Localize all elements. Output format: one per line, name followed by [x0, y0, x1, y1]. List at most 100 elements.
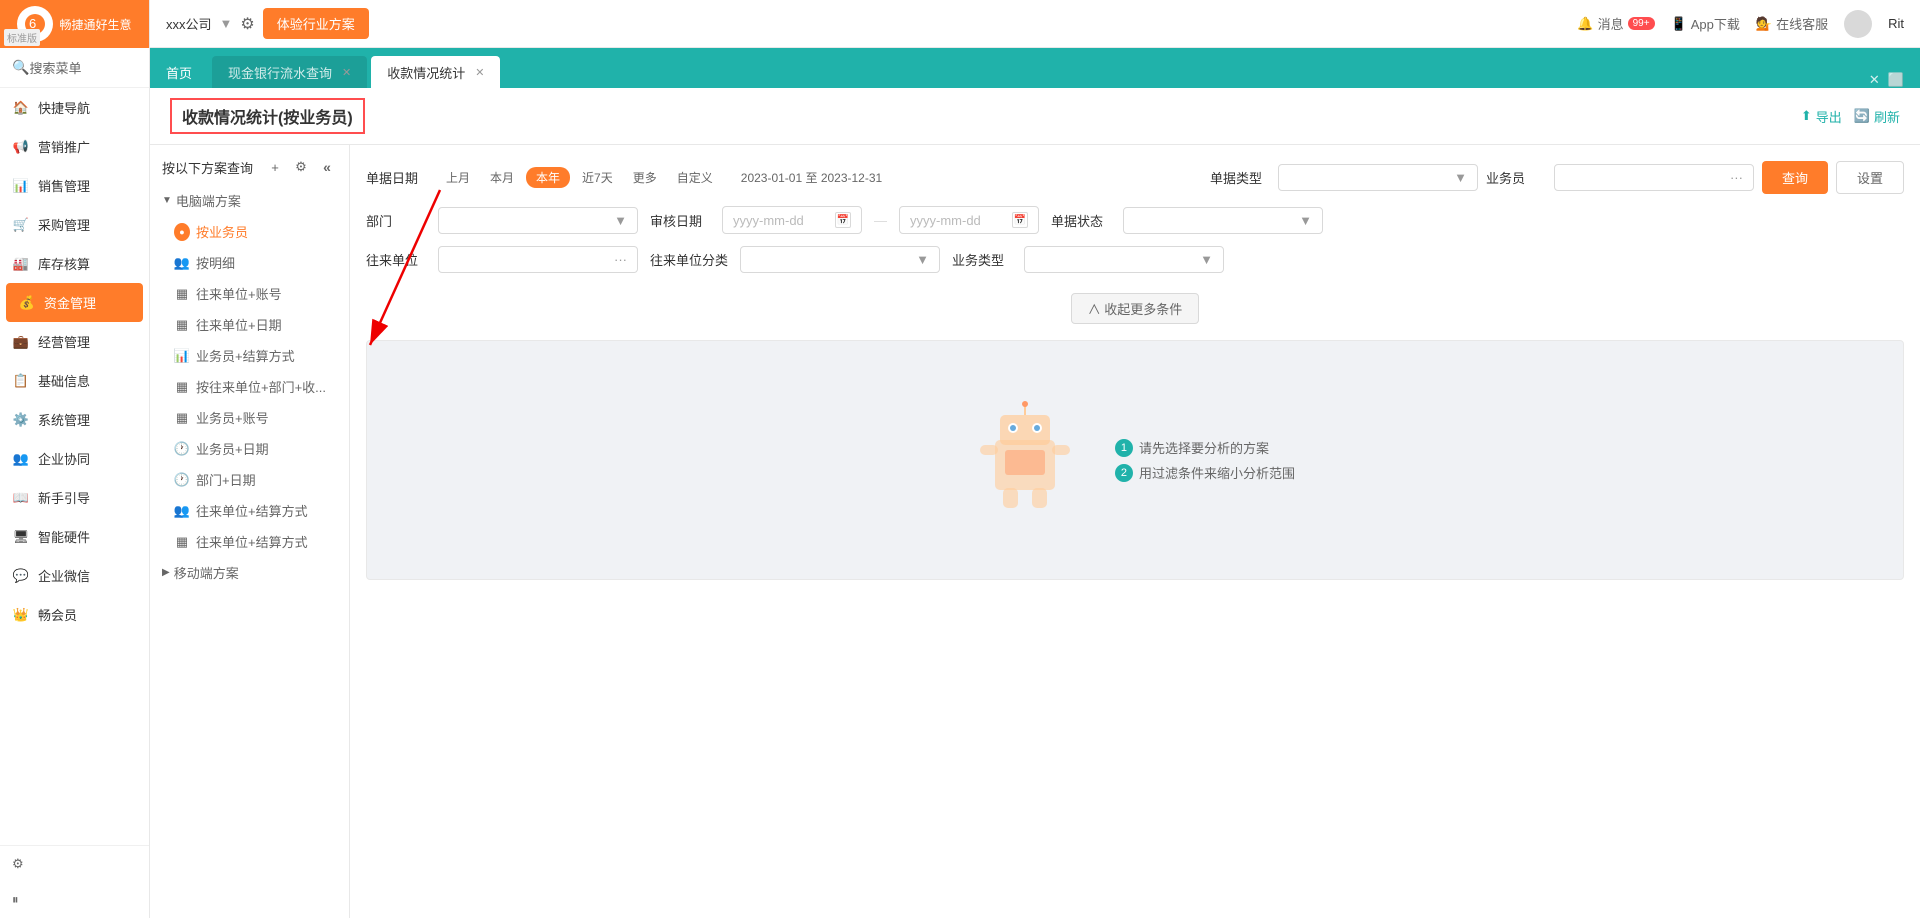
audit-date-start-input[interactable]: yyyy-mm-dd 📅: [722, 206, 862, 234]
left-panel: 按以下方案查询 + ⚙ « ▼ 电脑端方案: [150, 145, 350, 918]
step-2-text: 用过滤条件来缩小分析范围: [1139, 463, 1295, 482]
sidebar-item-finance[interactable]: 💰 资金管理: [6, 283, 143, 322]
grid-icon: ▦: [174, 534, 190, 550]
calendar-icon[interactable]: 📅: [1012, 212, 1028, 228]
audit-date-end-input[interactable]: yyyy-mm-dd 📅: [899, 206, 1039, 234]
tab-home[interactable]: 首页: [150, 56, 208, 88]
dept-select[interactable]: ▼: [438, 207, 638, 234]
date-range-display: 2023-01-01 至 2023-12-31: [741, 169, 882, 186]
export-button[interactable]: ⬆ 导出: [1801, 107, 1842, 126]
sidebar-item-guide[interactable]: 📖 新手引导: [0, 478, 149, 517]
sidebar-item-operation[interactable]: 💼 经营管理: [0, 322, 149, 361]
collapse-panel-button[interactable]: «: [317, 157, 337, 177]
sidebar-item-wxwork[interactable]: 💬 企业微信: [0, 556, 149, 595]
business-type-select[interactable]: ▼: [1024, 246, 1224, 273]
scheme-dept-date[interactable]: 🕐 部门+日期: [150, 464, 349, 495]
salesperson-select[interactable]: ···: [1554, 164, 1754, 191]
sidebar-item-purchase[interactable]: 🛒 采购管理: [0, 205, 149, 244]
scheme-partner-settlement1[interactable]: 👥 往来单位+结算方式: [150, 495, 349, 526]
main-area: 按以下方案查询 + ⚙ « ▼ 电脑端方案: [150, 145, 1920, 918]
scheme-by-salesperson[interactable]: ● 按业务员: [150, 216, 349, 247]
date-tab-this-year[interactable]: 本年: [526, 167, 570, 188]
empty-step-2: 2 用过滤条件来缩小分析范围: [1115, 463, 1295, 482]
restore-window-icon[interactable]: ⬜: [1888, 72, 1904, 88]
scheme-partner-dept-collection[interactable]: ▦ 按往来单位+部门+收...: [150, 371, 349, 402]
scheme-partner-settlement2[interactable]: ▦ 往来单位+结算方式: [150, 526, 349, 557]
sidebar-item-basic[interactable]: 📋 基础信息: [0, 361, 149, 400]
sidebar-item-collab[interactable]: 👥 企业协同: [0, 439, 149, 478]
tab-bank-flow[interactable]: 现金银行流水查询 ✕: [212, 56, 367, 88]
page-content: 收款情况统计(按业务员) ⬆ 导出 🔄 刷新 按以下方案查询: [150, 88, 1920, 918]
topbar-settings-icon[interactable]: ⚙: [240, 14, 254, 34]
scheme-by-detail[interactable]: 👥 按明细: [150, 247, 349, 278]
scheme-label: 往来单位+结算方式: [196, 532, 308, 551]
notification-button[interactable]: 🔔 消息 99+: [1577, 14, 1654, 33]
desktop-scheme-label: 电脑端方案: [176, 191, 241, 210]
gear-icon: ⚙: [12, 856, 24, 872]
partner-select[interactable]: ···: [438, 246, 638, 273]
scheme-label: 业务员+账号: [196, 408, 269, 427]
calendar-icon[interactable]: 📅: [835, 212, 851, 228]
refresh-label: 刷新: [1874, 107, 1900, 126]
audit-date-label: 审核日期: [650, 211, 710, 230]
setting-button[interactable]: 设置: [1836, 161, 1904, 194]
online-service-button[interactable]: 💁 在线客服: [1756, 14, 1828, 33]
empty-state: 1 请先选择要分析的方案 2 用过滤条件来缩小分析范围: [975, 400, 1295, 520]
voucher-type-select[interactable]: ▼: [1278, 164, 1478, 191]
close-window-icon[interactable]: ✕: [1869, 72, 1880, 88]
sidebar-bottom-settings[interactable]: ⚙: [0, 846, 149, 882]
filter-right-section: 单据类型 ▼ 业务员 ··· 查询 设置: [894, 161, 1904, 194]
left-panel-actions: + ⚙ «: [265, 157, 337, 177]
close-icon[interactable]: ✕: [475, 66, 484, 79]
sidebar-label: 智能硬件: [38, 527, 90, 546]
sidebar-label: 库存核算: [38, 254, 90, 273]
mobile-scheme-title[interactable]: ▶ 移动端方案: [150, 557, 349, 588]
date-tab-custom[interactable]: 自定义: [669, 167, 721, 188]
sidebar-item-member[interactable]: 👑 畅会员: [0, 595, 149, 634]
date-tab-more[interactable]: 更多: [625, 167, 665, 188]
dropdown-arrow-icon[interactable]: ▼: [220, 16, 233, 31]
scheme-salesperson-account[interactable]: ▦ 业务员+账号: [150, 402, 349, 433]
refresh-button[interactable]: 🔄 刷新: [1854, 107, 1900, 126]
more-options-icon[interactable]: ···: [614, 252, 627, 267]
app-download-button[interactable]: 📱 App下载: [1671, 14, 1740, 33]
partner-category-select[interactable]: ▼: [740, 246, 940, 273]
sidebar-label: 系统管理: [38, 410, 90, 429]
date-tab-7days[interactable]: 近7天: [574, 167, 621, 188]
sidebar-item-system[interactable]: ⚙️ 系统管理: [0, 400, 149, 439]
more-options-icon[interactable]: ···: [1730, 170, 1743, 185]
user-avatar[interactable]: [1844, 10, 1872, 38]
query-button[interactable]: 查询: [1762, 161, 1828, 194]
date-tab-this-month[interactable]: 本月: [482, 167, 522, 188]
collapse-more-button[interactable]: ∧ 收起更多条件: [1071, 293, 1200, 324]
add-scheme-button[interactable]: +: [265, 157, 285, 177]
voucher-status-select[interactable]: ▼: [1123, 207, 1323, 234]
megaphone-icon: 📢: [12, 138, 30, 156]
scheme-label: 业务员+日期: [196, 439, 269, 458]
search-menu-item[interactable]: 🔍 搜索菜单: [0, 48, 149, 88]
robot-svg: [975, 400, 1075, 520]
bell-icon: 🔔: [1577, 16, 1593, 32]
date-tab-last-month[interactable]: 上月: [438, 167, 478, 188]
sidebar-item-sales[interactable]: 📊 销售管理: [0, 166, 149, 205]
salesperson-label: 业务员: [1486, 168, 1546, 187]
sidebar-item-quick-nav[interactable]: 🏠 快捷导航: [0, 88, 149, 127]
tab-label: 现金银行流水查询: [228, 63, 332, 82]
scheme-partner-account[interactable]: ▦ 往来单位+账号: [150, 278, 349, 309]
scheme-salesperson-date[interactable]: 🕐 业务员+日期: [150, 433, 349, 464]
scheme-salesperson-settlement[interactable]: 📊 业务员+结算方式: [150, 340, 349, 371]
close-icon[interactable]: ✕: [342, 66, 351, 79]
sidebar-bottom-collapse[interactable]: ⏸: [0, 882, 149, 918]
scheme-partner-date[interactable]: ▦ 往来单位+日期: [150, 309, 349, 340]
scheme-settings-button[interactable]: ⚙: [291, 157, 311, 177]
audit-date-end-value: yyyy-mm-dd: [910, 213, 1008, 228]
sidebar-item-inventory[interactable]: 🏭 库存核算: [0, 244, 149, 283]
wechat-icon: 💬: [12, 567, 30, 585]
download-icon: 📱: [1671, 16, 1687, 32]
sidebar-item-hardware[interactable]: 🖥 智能硬件: [0, 517, 149, 556]
sidebar-item-marketing[interactable]: 📢 营销推广: [0, 127, 149, 166]
desktop-scheme-title[interactable]: ▼ 电脑端方案: [150, 185, 349, 216]
sidebar-label: 营销推广: [38, 137, 90, 156]
trial-industry-button[interactable]: 体验行业方案: [263, 8, 369, 39]
tab-collection-stats[interactable]: 收款情况统计 ✕: [371, 56, 500, 88]
